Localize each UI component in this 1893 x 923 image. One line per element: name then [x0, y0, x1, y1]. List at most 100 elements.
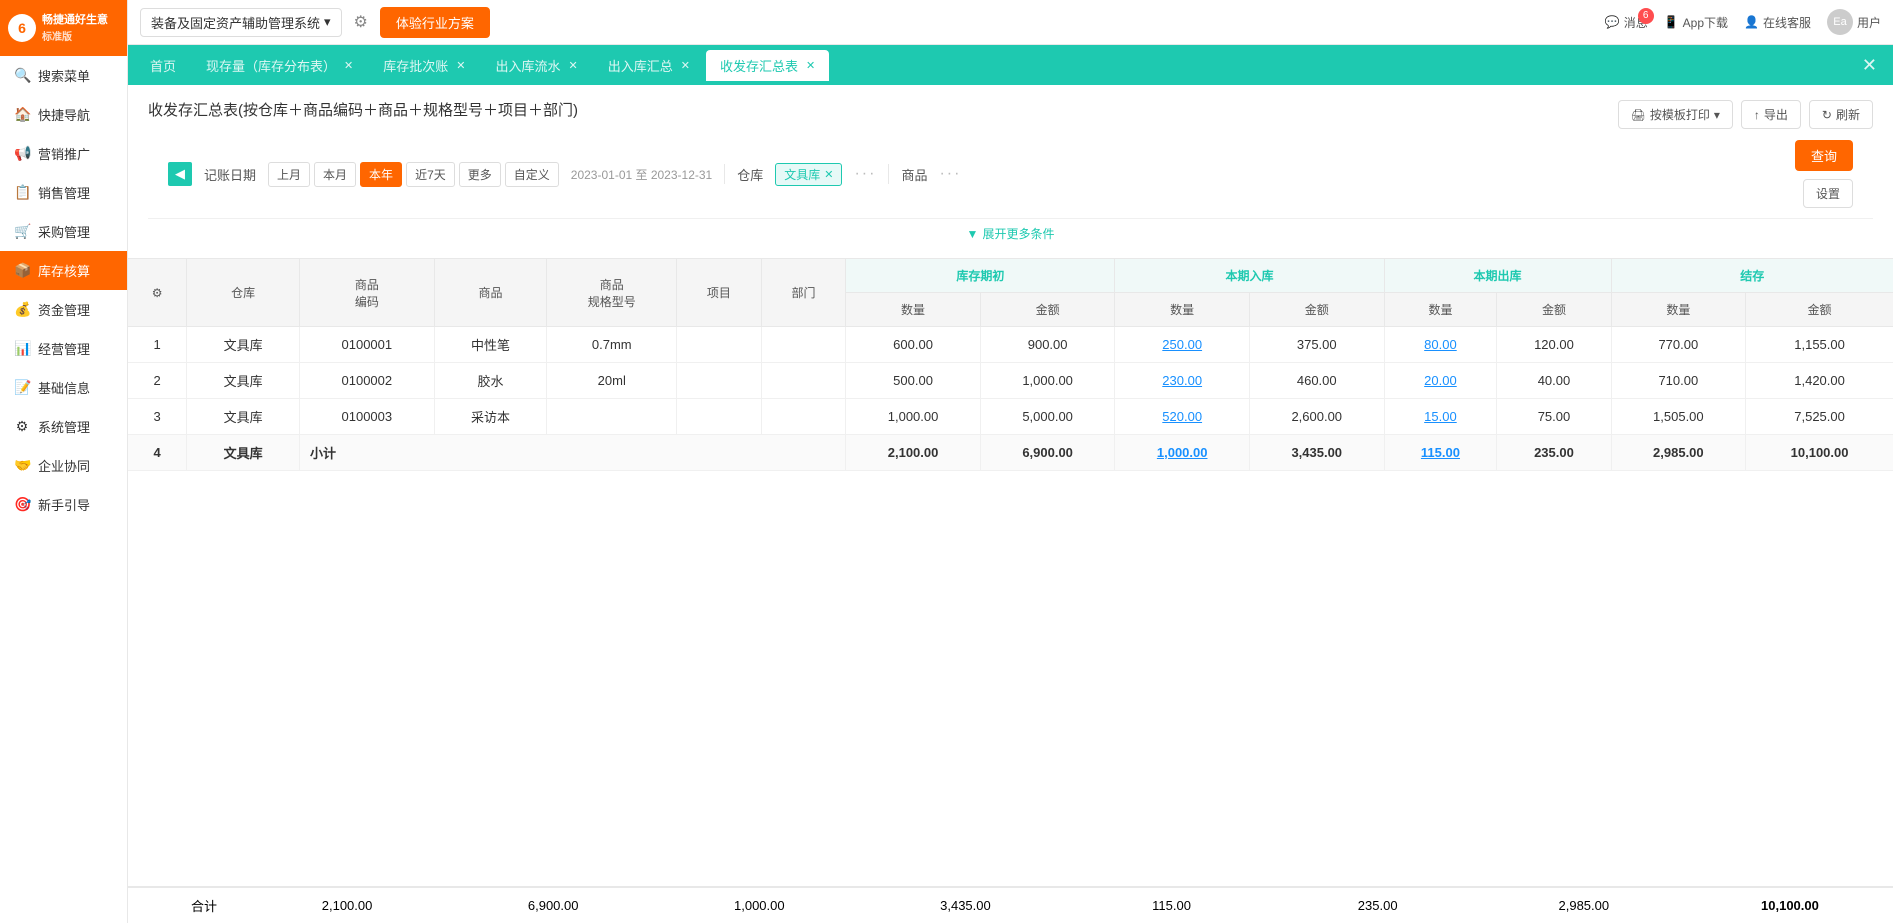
topbar: 装备及固定资产辅助管理系统 ▾ ⚙ 体验行业方案 💬 消息 6 📱 App下载 … [128, 0, 1893, 45]
date-custom-btn[interactable]: 自定义 [505, 162, 559, 187]
close-all-tabs-btn[interactable]: ✕ [1854, 55, 1885, 76]
row-out-amt: 120.00 [1497, 327, 1611, 363]
logo-icon: 6 [8, 14, 36, 42]
tab-batch[interactable]: 库存批次账✕ [369, 50, 479, 81]
row-in-qty[interactable]: 250.00 [1115, 327, 1250, 363]
system-name: 装备及固定资产辅助管理系统 [151, 13, 320, 32]
sidebar-item-label: 库存核算 [38, 261, 90, 280]
filter-separator-2 [888, 164, 889, 184]
row-out-qty[interactable]: 80.00 [1384, 327, 1497, 363]
row-in-qty[interactable]: 230.00 [1115, 363, 1250, 399]
row-out-amt: 40.00 [1497, 363, 1611, 399]
date-7days-btn[interactable]: 近7天 [406, 162, 455, 187]
expand-icon: ▼ [967, 227, 979, 241]
refresh-icon: ↻ [1822, 108, 1832, 122]
row-dept [761, 327, 846, 363]
user-btn[interactable]: Ea 用户 [1827, 9, 1881, 35]
filter-collapse-btn[interactable]: ◀ [168, 162, 192, 186]
warehouse-filter-label: 仓库 [737, 165, 763, 184]
tab-close-btn[interactable]: ✕ [569, 59, 578, 72]
print-template-btn[interactable]: 🖨 按模板打印 ▾ [1618, 100, 1733, 129]
date-filter-label: 记账日期 [204, 165, 256, 184]
row-bal-amt: 1,420.00 [1746, 363, 1893, 399]
tab-close-btn[interactable]: ✕ [681, 59, 690, 72]
sidebar-item-system[interactable]: ⚙系统管理 [0, 407, 127, 446]
sidebar-item-inventory[interactable]: 📦库存核算 [0, 251, 127, 290]
print-btn[interactable]: 🖨 按模板打印 ▾ [1618, 100, 1733, 129]
tab-label: 收发存汇总表 [720, 56, 798, 75]
date-range: 2023-01-01 至 2023-12-31 [571, 166, 712, 183]
sidebar-item-basic[interactable]: 📝基础信息 [0, 368, 127, 407]
sidebar-item-newbie[interactable]: 🎯新手引导 [0, 485, 127, 524]
warehouse-ellipsis[interactable]: ··· [854, 165, 876, 183]
tab-home[interactable]: 首页 [136, 50, 190, 81]
row-goods: 采访本 [434, 399, 547, 435]
tab-inout-flow[interactable]: 出入库流水✕ [481, 50, 591, 81]
row-no: 3 [128, 399, 187, 435]
user-avatar: Ea [1827, 9, 1853, 35]
date-this-month-btn[interactable]: 本月 [314, 162, 356, 187]
sidebar-item-label: 快捷导航 [38, 105, 90, 124]
subtotal-in-qty: 1,000.00 [1115, 435, 1250, 471]
row-open-qty: 600.00 [846, 327, 981, 363]
operations-icon: 📊 [14, 340, 30, 357]
tab-recv-send-summary[interactable]: 收发存汇总表 ✕ [706, 50, 829, 81]
sidebar-item-purchase[interactable]: 🛒采购管理 [0, 212, 127, 251]
date-this-year-btn[interactable]: 本年 [360, 162, 402, 187]
sidebar-item-enterprise[interactable]: 🤝企业协同 [0, 446, 127, 485]
refresh-btn[interactable]: ↻ 刷新 [1809, 100, 1873, 129]
sidebar-item-search[interactable]: 🔍搜索菜单 [0, 56, 127, 95]
purchase-icon: 🛒 [14, 223, 30, 240]
chevron-down-icon: ▾ [1714, 108, 1720, 122]
export-btn[interactable]: ↑ 导出 [1741, 100, 1801, 129]
row-dept [761, 399, 846, 435]
footer-bal-qty: 2,985.00 [1481, 898, 1687, 913]
experience-btn[interactable]: 体验行业方案 [380, 7, 490, 38]
table-settings-btn[interactable]: ⚙ [128, 259, 187, 327]
app-download-btn[interactable]: 📱 App下载 [1664, 14, 1728, 31]
tab-close-btn[interactable]: ✕ [806, 59, 815, 72]
row-spec: 0.7mm [547, 327, 677, 363]
date-last-month-btn[interactable]: 上月 [268, 162, 310, 187]
row-out-qty[interactable]: 15.00 [1384, 399, 1497, 435]
expand-conditions-btn[interactable]: ▼ 展开更多条件 [967, 225, 1055, 242]
sub-header-bal-amt: 金额 [1746, 293, 1893, 327]
table-row: 2 文具库 0100002 胶水 20ml 500.00 1,000.00 23… [128, 363, 1893, 399]
subtotal-warehouse: 文具库 [187, 435, 300, 471]
sidebar-item-quicknav[interactable]: 🏠快捷导航 [0, 95, 127, 134]
row-open-qty: 500.00 [846, 363, 981, 399]
filter-bar: ◀ 记账日期 上月 本月 本年 近7天 更多 自定义 2023-01-01 至 … [148, 130, 1873, 219]
query-btn[interactable]: 查询 [1795, 140, 1853, 171]
row-in-qty[interactable]: 520.00 [1115, 399, 1250, 435]
settings-icon[interactable]: ⚙ [354, 12, 368, 32]
col-group-bal: 结存 [1611, 259, 1893, 293]
message-btn[interactable]: 💬 消息 6 [1605, 14, 1648, 31]
subtotal-out-qty: 115.00 [1384, 435, 1497, 471]
footer-label: 合计 [164, 896, 244, 915]
row-out-qty[interactable]: 20.00 [1384, 363, 1497, 399]
sidebar-logo: 6 畅捷通好生意 标准版 [0, 0, 127, 56]
tabs-container: 首页现存量（库存分布表）✕库存批次账✕出入库流水✕出入库汇总✕ 收发存汇总表 ✕ [136, 50, 1854, 81]
warehouse-tag[interactable]: 文具库 ✕ [775, 163, 842, 186]
tab-close-btn[interactable]: ✕ [344, 59, 353, 72]
message-badge: 6 [1638, 8, 1654, 24]
row-no: 2 [128, 363, 187, 399]
online-service-btn[interactable]: 👤 在线客服 [1744, 14, 1811, 31]
tab-close-btn[interactable]: ✕ [456, 59, 465, 72]
sidebar-item-operations[interactable]: 📊经营管理 [0, 329, 127, 368]
subtotal-row: 4 文具库 小计 2,100.00 6,900.00 1,000.00 3,43… [128, 435, 1893, 471]
row-spec: 20ml [547, 363, 677, 399]
app-download-icon: 📱 [1664, 15, 1679, 29]
col-header-goods: 商品 [434, 259, 547, 327]
date-more-btn[interactable]: 更多 [459, 162, 501, 187]
goods-ellipsis[interactable]: ··· [939, 165, 961, 183]
tab-inout-summary[interactable]: 出入库汇总✕ [594, 50, 704, 81]
tab-inventory-dist[interactable]: 现存量（库存分布表）✕ [192, 50, 367, 81]
row-project [677, 363, 762, 399]
system-selector[interactable]: 装备及固定资产辅助管理系统 ▾ [140, 8, 342, 37]
sidebar-item-finance[interactable]: 💰资金管理 [0, 290, 127, 329]
sidebar-item-sales[interactable]: 📋销售管理 [0, 173, 127, 212]
set-btn[interactable]: 设置 [1803, 179, 1853, 208]
warehouse-tag-close-btn[interactable]: ✕ [824, 168, 833, 181]
sidebar-item-marketing[interactable]: 📢营销推广 [0, 134, 127, 173]
